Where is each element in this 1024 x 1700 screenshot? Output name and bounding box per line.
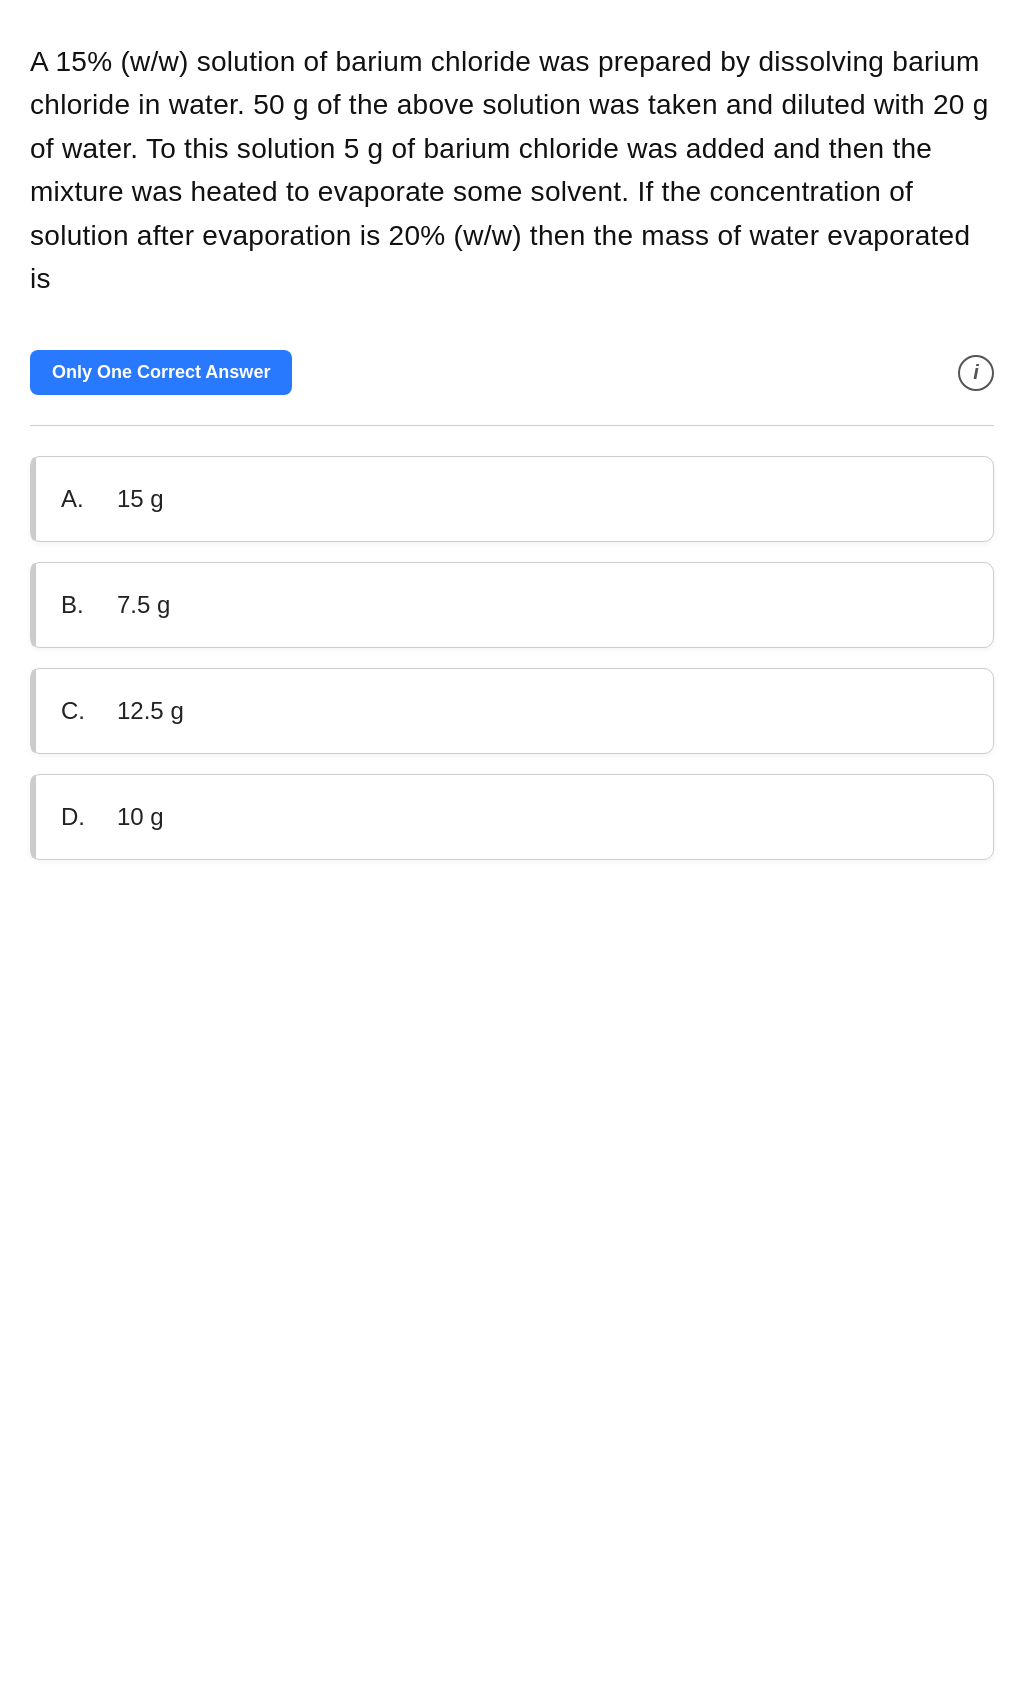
option-b[interactable]: B. 7.5 g [30, 562, 994, 648]
option-c-label: C. [61, 697, 93, 725]
option-b-bar [31, 563, 36, 647]
option-a-label: A. [61, 485, 93, 513]
option-d-text: 10 g [117, 803, 164, 831]
badge-row: Only One Correct Answer i [30, 350, 994, 395]
options-list: A. 15 g B. 7.5 g C. 12.5 g D. 10 g [30, 456, 994, 860]
option-c[interactable]: C. 12.5 g [30, 668, 994, 754]
question-text: A 15% (w/w) solution of barium chloride … [30, 40, 994, 300]
option-d-label: D. [61, 803, 93, 831]
option-c-bar [31, 669, 36, 753]
option-a-bar [31, 457, 36, 541]
option-a-text: 15 g [117, 485, 164, 513]
option-b-text: 7.5 g [117, 591, 170, 619]
section-divider [30, 425, 994, 426]
option-d-bar [31, 775, 36, 859]
option-d[interactable]: D. 10 g [30, 774, 994, 860]
option-c-text: 12.5 g [117, 697, 184, 725]
info-icon-button[interactable]: i [958, 355, 994, 391]
option-a[interactable]: A. 15 g [30, 456, 994, 542]
only-one-correct-badge: Only One Correct Answer [30, 350, 292, 395]
option-b-label: B. [61, 591, 93, 619]
